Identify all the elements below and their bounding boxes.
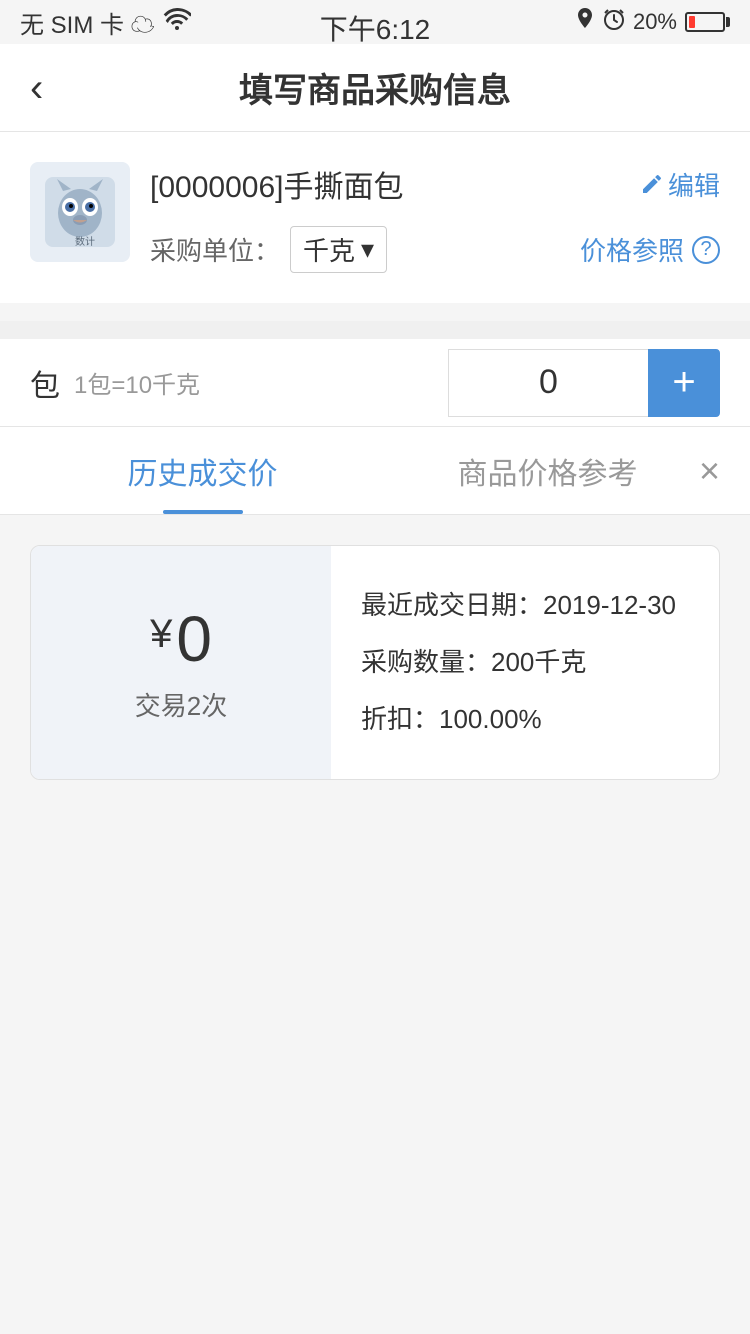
edit-label: 编辑 <box>668 166 720 203</box>
price-ref-label: 价格参照 <box>580 231 684 268</box>
purchase-unit-label: 采购单位： <box>150 231 280 268</box>
tabs-container: 历史成交价 商品价格参考 × <box>0 427 750 515</box>
package-unit-hint: 1包=10千克 <box>74 365 200 400</box>
tab-price-reference[interactable]: 商品价格参考 <box>375 427 720 514</box>
status-right: 20% <box>575 8 730 36</box>
quantity-input[interactable]: 0 <box>448 349 648 417</box>
battery-icon <box>685 12 730 32</box>
product-info: [0000006]手撕面包 编辑 采购单位： 千克 ▾ 价格参照 ? <box>150 162 720 273</box>
purchase-qty-value: 200千克 <box>491 647 586 677</box>
product-thumbnail: 数计 <box>30 162 130 262</box>
product-name-row: [0000006]手撕面包 编辑 <box>150 162 720 206</box>
tab-close-button[interactable]: × <box>699 450 720 492</box>
trade-count: 交易2次 <box>135 686 227 723</box>
discount-label: 折扣： <box>361 704 439 734</box>
latest-date-row: 最近成交日期：2019-12-30 <box>361 586 689 625</box>
plus-icon: + <box>672 360 695 405</box>
edit-button[interactable]: 编辑 <box>640 166 720 203</box>
edit-icon <box>640 172 664 196</box>
product-header: 数计 [0000006]手撕面包 编辑 采购单位： 千克 ▾ <box>30 162 720 273</box>
purchase-qty-label: 采购数量： <box>361 647 491 677</box>
purchase-unit-row: 采购单位： 千克 ▾ 价格参照 ? <box>150 226 720 273</box>
back-button[interactable]: ‹ <box>30 68 43 108</box>
quantity-value: 0 <box>539 363 558 402</box>
unit-value: 千克 <box>303 231 355 268</box>
battery-percent: 20% <box>633 9 677 35</box>
unit-select[interactable]: 千克 ▾ <box>290 226 387 273</box>
currency-symbol: ¥ <box>150 612 172 657</box>
price-value: 0 <box>176 602 212 676</box>
location-icon <box>575 8 595 36</box>
price-reference-button[interactable]: 价格参照 ? <box>580 231 720 268</box>
page-title: 填写商品采购信息 <box>239 63 511 112</box>
quantity-label-group: 包 1包=10千克 <box>30 361 200 405</box>
svg-text:数计: 数计 <box>75 235 95 247</box>
product-section: 数计 [0000006]手撕面包 编辑 采购单位： 千克 ▾ <box>0 132 750 303</box>
status-left: 无 SIM 卡 ☁ <box>20 5 191 40</box>
alarm-icon <box>603 8 625 36</box>
sim-label: 无 SIM 卡 ☁ <box>20 5 155 40</box>
status-bar: 无 SIM 卡 ☁ 下午6:12 20% <box>0 0 750 44</box>
product-full-name: [0000006]手撕面包 <box>150 162 403 206</box>
brand-icon: 数计 <box>45 177 115 247</box>
price-details-right: 最近成交日期：2019-12-30 采购数量：200千克 折扣：100.00% <box>331 546 719 779</box>
tab-history-price[interactable]: 历史成交价 <box>30 427 375 514</box>
chevron-down-icon: ▾ <box>361 234 374 265</box>
content-area: ¥ 0 交易2次 最近成交日期：2019-12-30 采购数量：200千克 折扣… <box>0 515 750 1115</box>
quantity-plus-button[interactable]: + <box>648 349 720 417</box>
question-mark-icon: ? <box>692 236 720 264</box>
section-divider <box>0 321 750 339</box>
latest-date-label: 最近成交日期： <box>361 590 543 620</box>
latest-date-value: 2019-12-30 <box>543 590 676 620</box>
quantity-control: 0 + <box>448 349 720 417</box>
price-card: ¥ 0 交易2次 最近成交日期：2019-12-30 采购数量：200千克 折扣… <box>30 545 720 780</box>
nav-bar: ‹ 填写商品采购信息 <box>0 44 750 132</box>
tab-reference-label: 商品价格参考 <box>458 449 638 493</box>
quantity-section: 包 1包=10千克 0 + <box>0 339 750 427</box>
wifi-icon <box>163 8 191 37</box>
price-amount-display: ¥ 0 <box>150 602 212 676</box>
tab-active-underline <box>163 510 243 514</box>
package-label: 包 <box>30 361 60 405</box>
purchase-qty-row: 采购数量：200千克 <box>361 643 689 682</box>
price-summary-left: ¥ 0 交易2次 <box>31 546 331 779</box>
status-time: 下午6:12 <box>320 8 431 48</box>
discount-value: 100.00% <box>439 704 542 734</box>
tab-history-label: 历史成交价 <box>128 449 278 493</box>
discount-row: 折扣：100.00% <box>361 700 689 739</box>
